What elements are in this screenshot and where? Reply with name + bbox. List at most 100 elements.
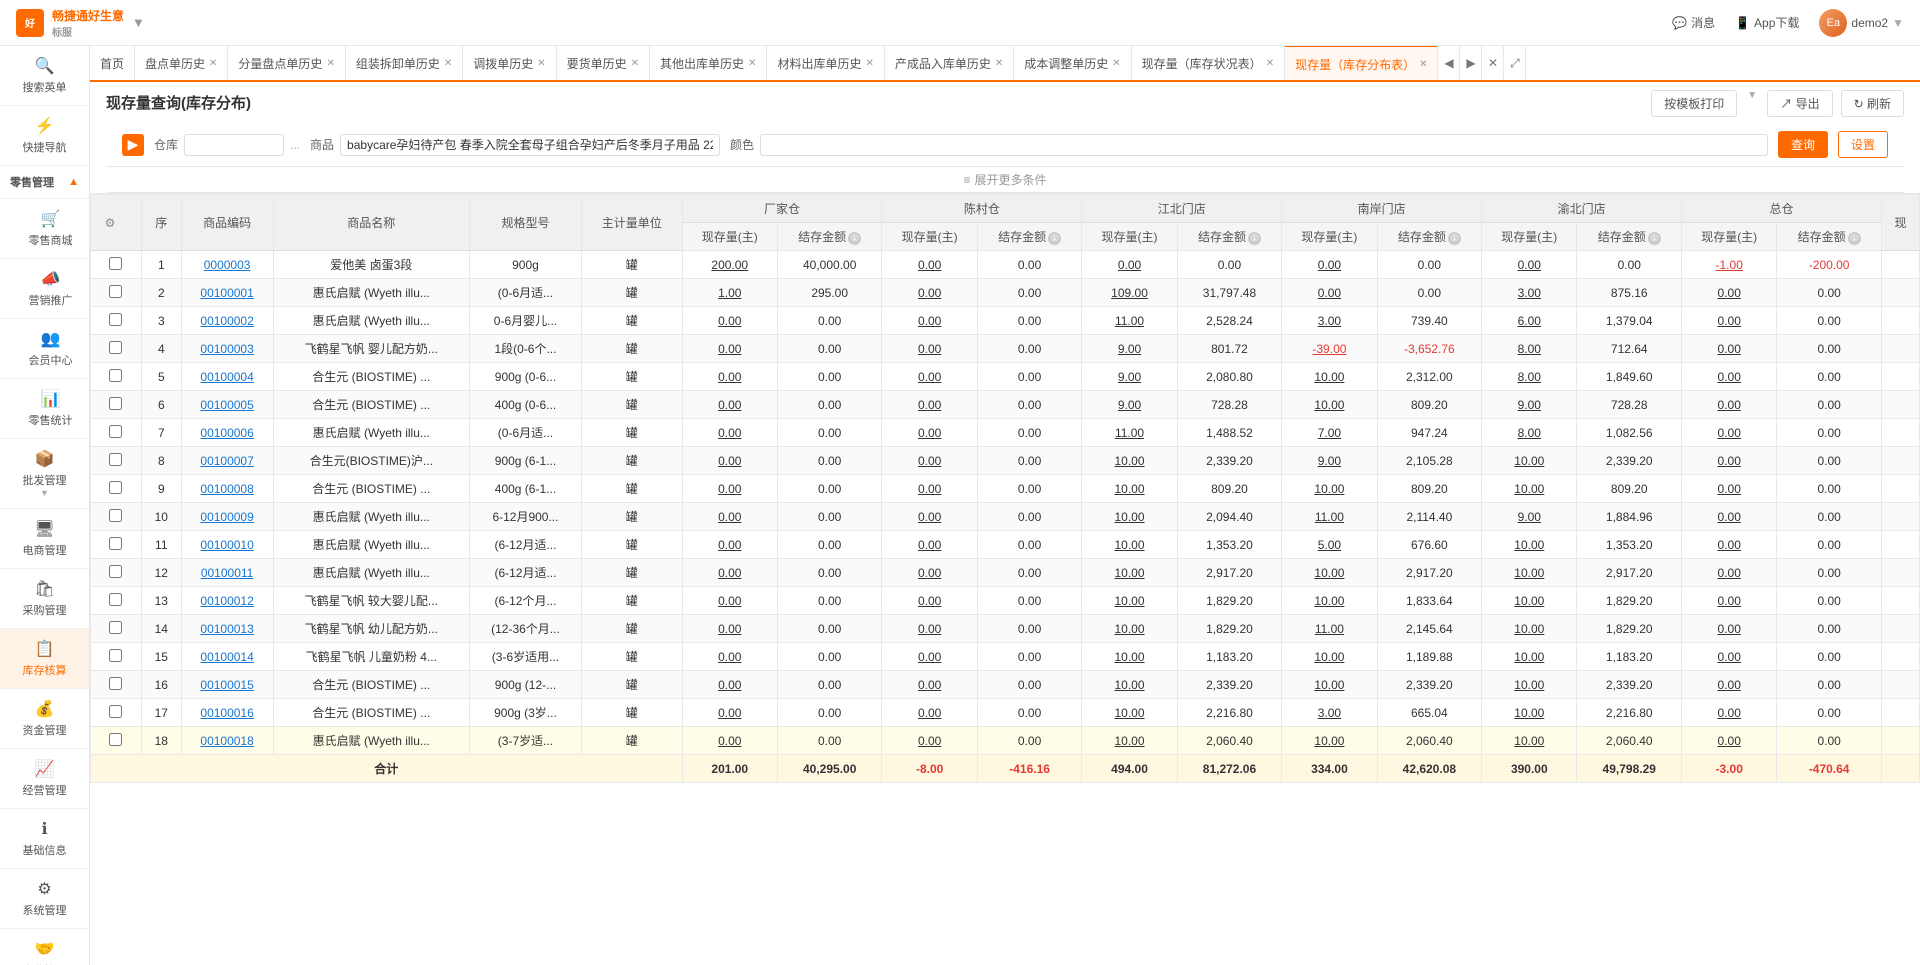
tab-close-icon6[interactable]: ✕ xyxy=(748,58,756,69)
sidebar-item-inventory[interactable]: 📋 库存核算 xyxy=(0,629,89,689)
row-total-qty[interactable]: 0.00 xyxy=(1682,391,1777,419)
tab-next-btn[interactable]: ▶ xyxy=(1460,46,1482,81)
tab-expand-btn[interactable]: ⤢ xyxy=(1504,46,1526,81)
info-icon-w4[interactable]: ① xyxy=(1448,232,1461,245)
row-total-qty[interactable]: 0.00 xyxy=(1682,363,1777,391)
row-w3-qty[interactable]: 10.00 xyxy=(1082,531,1177,559)
tab-close-icon3[interactable]: ✕ xyxy=(444,58,452,69)
row-w4-qty[interactable]: 10.00 xyxy=(1282,475,1377,503)
row-w2-qty[interactable]: 0.00 xyxy=(882,531,977,559)
tab-close-icon7[interactable]: ✕ xyxy=(865,58,873,69)
row-total-qty[interactable]: 0.00 xyxy=(1682,587,1777,615)
sidebar-item-nav[interactable]: ⚡ 快捷导航 xyxy=(0,106,89,166)
row-check[interactable] xyxy=(91,643,142,671)
tab-prev-btn[interactable]: ◀ xyxy=(1438,46,1460,81)
row-check[interactable] xyxy=(91,363,142,391)
row-code[interactable]: 00100015 xyxy=(181,671,273,699)
row-w2-qty[interactable]: 0.00 xyxy=(882,559,977,587)
row-w1-qty[interactable]: 0.00 xyxy=(682,699,777,727)
row-w2-qty[interactable]: 0.00 xyxy=(882,363,977,391)
row-total-qty[interactable]: 0.00 xyxy=(1682,279,1777,307)
sidebar-item-retail-mall[interactable]: 🛒 零售商城 xyxy=(0,199,89,259)
row-total-qty[interactable]: 0.00 xyxy=(1682,419,1777,447)
row-check[interactable] xyxy=(91,447,142,475)
row-w5-qty[interactable]: 9.00 xyxy=(1482,503,1577,531)
row-w3-qty[interactable]: 9.00 xyxy=(1082,391,1177,419)
row-w1-qty[interactable]: 0.00 xyxy=(682,503,777,531)
tab-assemble[interactable]: 组装拆卸单历史 ✕ xyxy=(346,46,463,81)
row-w2-qty[interactable]: 0.00 xyxy=(882,615,977,643)
sidebar-item-finance[interactable]: 💰 资金管理 xyxy=(0,689,89,749)
row-w2-qty[interactable]: 0.00 xyxy=(882,699,977,727)
row-w1-qty[interactable]: 0.00 xyxy=(682,475,777,503)
row-w3-qty[interactable]: 10.00 xyxy=(1082,727,1177,755)
user-area[interactable]: Ea demo2 ▼ xyxy=(1819,9,1904,37)
warehouse-input[interactable] xyxy=(184,134,284,156)
row-check[interactable] xyxy=(91,307,142,335)
row-check[interactable] xyxy=(91,587,142,615)
more-conditions-btn[interactable]: ≡ 展开更多条件 xyxy=(963,171,1046,188)
row-w1-qty[interactable]: 0.00 xyxy=(682,447,777,475)
row-w4-qty[interactable]: 10.00 xyxy=(1282,363,1377,391)
row-w3-qty[interactable]: 10.00 xyxy=(1082,699,1177,727)
sidebar-item-purchase[interactable]: 🛍 采购管理 xyxy=(0,569,89,629)
row-w2-qty[interactable]: 0.00 xyxy=(882,335,977,363)
row-w4-qty[interactable]: 11.00 xyxy=(1282,615,1377,643)
row-code[interactable]: 00100018 xyxy=(181,727,273,755)
export-btn[interactable]: ↗ 导出 xyxy=(1767,90,1832,117)
row-w5-qty[interactable]: 6.00 xyxy=(1482,307,1577,335)
row-w5-qty[interactable]: 9.00 xyxy=(1482,391,1577,419)
row-w1-qty[interactable]: 0.00 xyxy=(682,671,777,699)
settings-btn[interactable]: 设置 xyxy=(1838,131,1888,158)
search-btn[interactable]: 查询 xyxy=(1778,131,1828,158)
row-w3-qty[interactable]: 9.00 xyxy=(1082,363,1177,391)
tab-stock-dist[interactable]: 现存量（库存分布表） ✕ xyxy=(1285,46,1438,81)
row-w1-qty[interactable]: 200.00 xyxy=(682,251,777,279)
row-code[interactable]: 00100006 xyxy=(181,419,273,447)
row-code[interactable]: 00100005 xyxy=(181,391,273,419)
sidebar-item-wholesale[interactable]: 📦 批发管理 ▼ xyxy=(0,439,89,509)
tab-close-icon9[interactable]: ✕ xyxy=(1112,58,1120,69)
row-total-qty[interactable]: 0.00 xyxy=(1682,447,1777,475)
tab-sub-inventory[interactable]: 分量盘点单历史 ✕ xyxy=(228,46,345,81)
row-code[interactable]: 00100016 xyxy=(181,699,273,727)
sidebar-item-retail-stats[interactable]: 📊 零售统计 xyxy=(0,379,89,439)
sidebar-item-marketing[interactable]: 📣 营销推广 xyxy=(0,259,89,319)
tab-close-icon10[interactable]: ✕ xyxy=(1266,58,1274,69)
row-w2-qty[interactable]: 0.00 xyxy=(882,643,977,671)
row-w4-qty[interactable]: 10.00 xyxy=(1282,727,1377,755)
info-icon-w5[interactable]: ① xyxy=(1648,232,1661,245)
row-w3-qty[interactable]: 10.00 xyxy=(1082,643,1177,671)
row-w4-qty[interactable]: 5.00 xyxy=(1282,531,1377,559)
tab-close-icon2[interactable]: ✕ xyxy=(326,58,334,69)
row-total-qty[interactable]: 0.00 xyxy=(1682,531,1777,559)
row-w4-qty[interactable]: 7.00 xyxy=(1282,419,1377,447)
row-code[interactable]: 00100011 xyxy=(181,559,273,587)
filter-expand-btn[interactable]: ▶ xyxy=(122,134,144,156)
row-total-qty[interactable]: 0.00 xyxy=(1682,559,1777,587)
row-w3-qty[interactable]: 10.00 xyxy=(1082,475,1177,503)
row-w5-qty[interactable]: 10.00 xyxy=(1482,615,1577,643)
row-w3-qty[interactable]: 10.00 xyxy=(1082,503,1177,531)
row-check[interactable] xyxy=(91,419,142,447)
th-gear[interactable]: ⚙ xyxy=(91,195,142,251)
print-btn[interactable]: 按模板打印 xyxy=(1651,90,1737,117)
row-w3-qty[interactable]: 11.00 xyxy=(1082,307,1177,335)
row-w2-qty[interactable]: 0.00 xyxy=(882,587,977,615)
row-check[interactable] xyxy=(91,615,142,643)
goods-input[interactable] xyxy=(340,134,720,156)
row-total-qty[interactable]: 0.00 xyxy=(1682,699,1777,727)
tab-close-all-btn[interactable]: ✕ xyxy=(1482,46,1504,81)
row-w3-qty[interactable]: 0.00 xyxy=(1082,251,1177,279)
row-check[interactable] xyxy=(91,559,142,587)
row-w4-qty[interactable]: 11.00 xyxy=(1282,503,1377,531)
sidebar-item-ecommerce[interactable]: 🖥 电商管理 xyxy=(0,509,89,569)
tab-close-icon8[interactable]: ✕ xyxy=(995,58,1003,69)
tab-close-icon5[interactable]: ✕ xyxy=(631,58,639,69)
row-w3-qty[interactable]: 109.00 xyxy=(1082,279,1177,307)
row-w4-qty[interactable]: 9.00 xyxy=(1282,447,1377,475)
message-btn[interactable]: 💬 消息 xyxy=(1672,14,1715,31)
row-w4-qty[interactable]: 3.00 xyxy=(1282,699,1377,727)
row-w2-qty[interactable]: 0.00 xyxy=(882,251,977,279)
row-w2-qty[interactable]: 0.00 xyxy=(882,391,977,419)
